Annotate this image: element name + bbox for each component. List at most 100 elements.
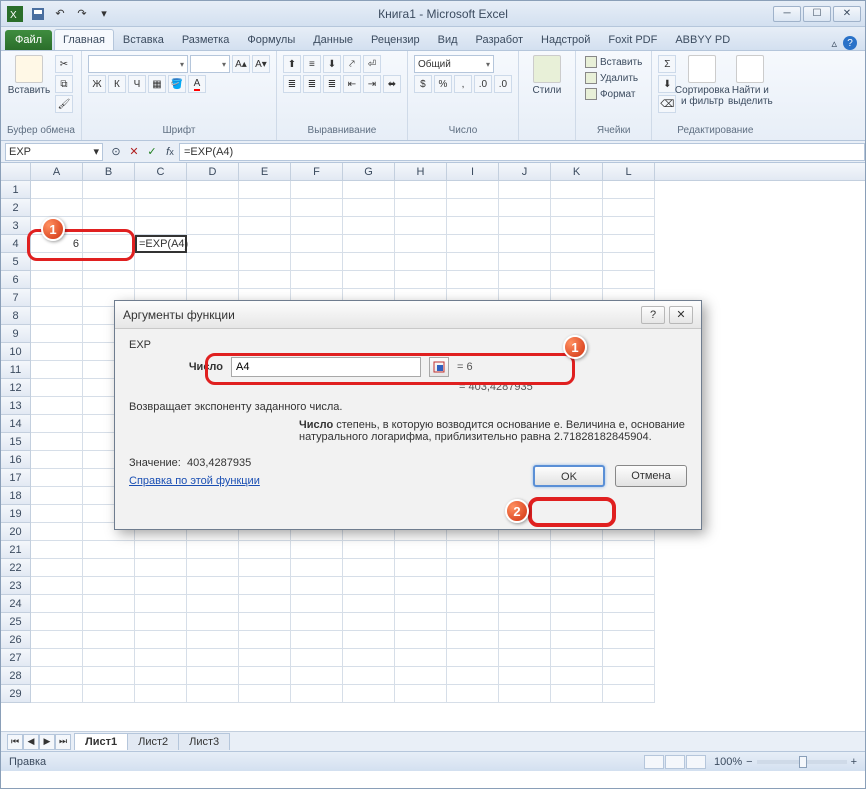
cell-A29[interactable] — [31, 685, 83, 703]
cell-I5[interactable] — [447, 253, 499, 271]
row-header-11[interactable]: 11 — [1, 361, 31, 379]
cell-L1[interactable] — [603, 181, 655, 199]
cell-C5[interactable] — [135, 253, 187, 271]
cell-C1[interactable] — [135, 181, 187, 199]
cell-B29[interactable] — [83, 685, 135, 703]
cell-L25[interactable] — [603, 613, 655, 631]
cell-L5[interactable] — [603, 253, 655, 271]
row-header-8[interactable]: 8 — [1, 307, 31, 325]
row-header-19[interactable]: 19 — [1, 505, 31, 523]
align-bottom-button[interactable]: ⬇ — [323, 55, 341, 73]
cell-A8[interactable] — [31, 307, 83, 325]
cell-E23[interactable] — [239, 577, 291, 595]
cell-B5[interactable] — [83, 253, 135, 271]
cut-button[interactable]: ✂ — [55, 55, 73, 73]
cell-L2[interactable] — [603, 199, 655, 217]
cell-K2[interactable] — [551, 199, 603, 217]
cell-G4[interactable] — [343, 235, 395, 253]
cell-A28[interactable] — [31, 667, 83, 685]
cell-E1[interactable] — [239, 181, 291, 199]
row-header-22[interactable]: 22 — [1, 559, 31, 577]
column-header-F[interactable]: F — [291, 163, 343, 180]
cell-C28[interactable] — [135, 667, 187, 685]
column-header-C[interactable]: C — [135, 163, 187, 180]
row-header-21[interactable]: 21 — [1, 541, 31, 559]
ribbon-tab-3[interactable]: Формулы — [238, 29, 304, 50]
cell-F6[interactable] — [291, 271, 343, 289]
currency-button[interactable]: $ — [414, 75, 432, 93]
cell-J3[interactable] — [499, 217, 551, 235]
row-header-13[interactable]: 13 — [1, 397, 31, 415]
cell-J24[interactable] — [499, 595, 551, 613]
column-header-D[interactable]: D — [187, 163, 239, 180]
cell-A10[interactable] — [31, 343, 83, 361]
cell-B23[interactable] — [83, 577, 135, 595]
cell-E29[interactable] — [239, 685, 291, 703]
column-header-J[interactable]: J — [499, 163, 551, 180]
delete-cells-button[interactable]: Удалить — [582, 71, 641, 85]
cell-F24[interactable] — [291, 595, 343, 613]
cell-F3[interactable] — [291, 217, 343, 235]
cell-L27[interactable] — [603, 649, 655, 667]
cell-F26[interactable] — [291, 631, 343, 649]
zoom-slider[interactable] — [757, 760, 847, 764]
cell-A26[interactable] — [31, 631, 83, 649]
cell-K27[interactable] — [551, 649, 603, 667]
dialog-close-button[interactable]: ✕ — [669, 306, 693, 324]
cell-D2[interactable] — [187, 199, 239, 217]
cell-H29[interactable] — [395, 685, 447, 703]
cell-K26[interactable] — [551, 631, 603, 649]
cell-H2[interactable] — [395, 199, 447, 217]
font-family-combo[interactable]: ▾ — [88, 55, 188, 73]
cell-A11[interactable] — [31, 361, 83, 379]
comma-button[interactable]: , — [454, 75, 472, 93]
ribbon-tab-10[interactable]: ABBYY PD — [666, 29, 739, 50]
cell-E2[interactable] — [239, 199, 291, 217]
cell-A1[interactable] — [31, 181, 83, 199]
cell-F5[interactable] — [291, 253, 343, 271]
select-all-corner[interactable] — [1, 163, 31, 180]
italic-button[interactable]: К — [108, 75, 126, 93]
cell-E5[interactable] — [239, 253, 291, 271]
wrap-text-button[interactable]: ⏎ — [363, 55, 381, 73]
cell-H21[interactable] — [395, 541, 447, 559]
cell-H22[interactable] — [395, 559, 447, 577]
undo-button[interactable]: ↶ — [51, 5, 69, 23]
row-header-29[interactable]: 29 — [1, 685, 31, 703]
cell-E6[interactable] — [239, 271, 291, 289]
cell-A7[interactable] — [31, 289, 83, 307]
ok-button[interactable]: OK — [533, 465, 605, 487]
cell-A17[interactable] — [31, 469, 83, 487]
cell-H5[interactable] — [395, 253, 447, 271]
sheet-nav-first[interactable]: ⏮ — [7, 734, 23, 750]
cell-L23[interactable] — [603, 577, 655, 595]
cell-K22[interactable] — [551, 559, 603, 577]
cell-A15[interactable] — [31, 433, 83, 451]
cell-J4[interactable] — [499, 235, 551, 253]
cell-K28[interactable] — [551, 667, 603, 685]
styles-button[interactable]: Стили — [525, 55, 569, 96]
column-header-I[interactable]: I — [447, 163, 499, 180]
formula-input[interactable]: =EXP(A4) — [179, 143, 865, 161]
cell-J1[interactable] — [499, 181, 551, 199]
cell-D1[interactable] — [187, 181, 239, 199]
cell-G22[interactable] — [343, 559, 395, 577]
cell-G25[interactable] — [343, 613, 395, 631]
cell-F27[interactable] — [291, 649, 343, 667]
cell-H6[interactable] — [395, 271, 447, 289]
ribbon-tab-0[interactable]: Главная — [54, 29, 114, 50]
cell-F21[interactable] — [291, 541, 343, 559]
cell-F25[interactable] — [291, 613, 343, 631]
cell-E24[interactable] — [239, 595, 291, 613]
find-select-button[interactable]: Найти и выделить — [728, 55, 772, 107]
row-header-17[interactable]: 17 — [1, 469, 31, 487]
cancel-button[interactable]: Отмена — [615, 465, 687, 487]
cell-I27[interactable] — [447, 649, 499, 667]
cell-I25[interactable] — [447, 613, 499, 631]
insert-cells-button[interactable]: Вставить — [582, 55, 645, 69]
cell-C25[interactable] — [135, 613, 187, 631]
cell-A24[interactable] — [31, 595, 83, 613]
cell-G5[interactable] — [343, 253, 395, 271]
cell-D21[interactable] — [187, 541, 239, 559]
zoom-out-button[interactable]: − — [746, 756, 752, 768]
